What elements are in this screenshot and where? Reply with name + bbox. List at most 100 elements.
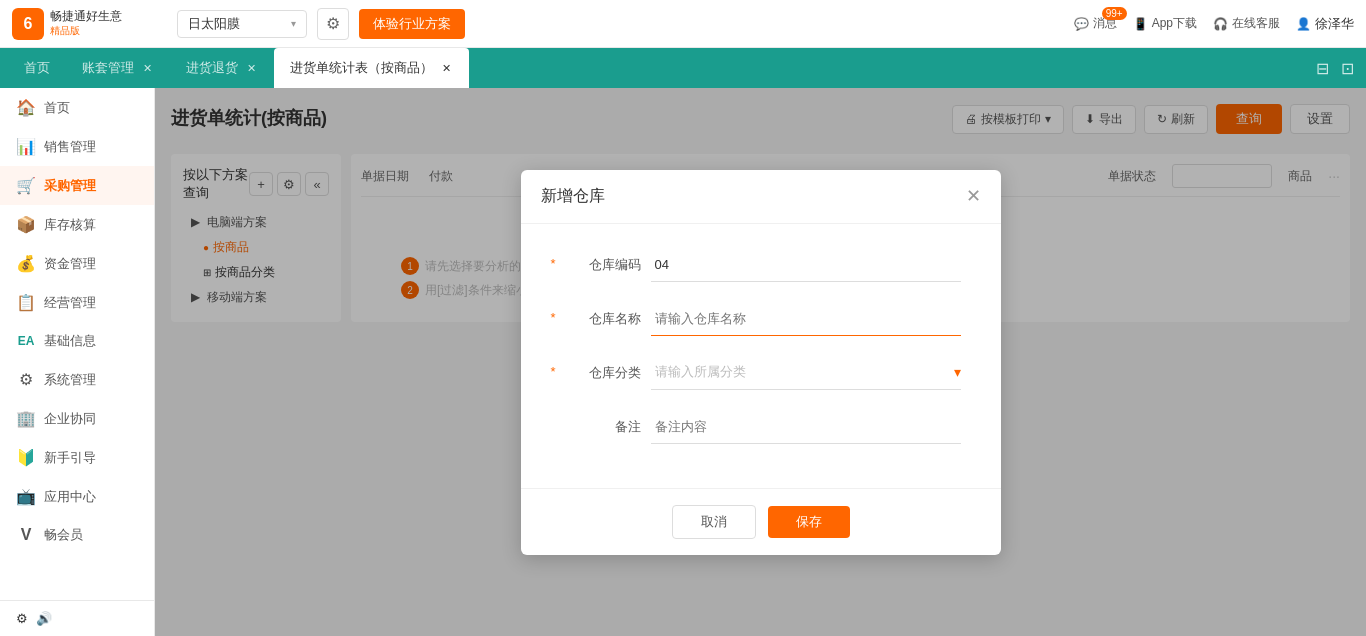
dialog-header: 新增仓库 ✕ (521, 170, 1001, 224)
trial-button[interactable]: 体验行业方案 (359, 9, 465, 39)
sidebar-item-sales-label: 销售管理 (44, 138, 96, 156)
sidebar-item-sales[interactable]: 📊 销售管理 (0, 127, 154, 166)
sidebar-item-purchase-label: 采购管理 (44, 177, 96, 195)
tab-account-label: 账套管理 (82, 59, 134, 77)
dialog-footer: 取消 保存 (521, 488, 1001, 555)
operations-icon: 📋 (16, 293, 36, 312)
code-row: 仓库编码 (561, 248, 961, 282)
sidebar-item-apps[interactable]: 📺 应用中心 (0, 477, 154, 516)
store-selector[interactable]: 日太阳膜 ▾ (177, 10, 307, 38)
settings-bottom-icon[interactable]: ⚙ (16, 611, 28, 626)
cancel-button[interactable]: 取消 (672, 505, 756, 539)
tab-home-label: 首页 (24, 59, 50, 77)
category-placeholder: 请输入所属分类 (651, 363, 954, 381)
tab-return[interactable]: 进货退货 ✕ (170, 48, 274, 88)
message-icon: 💬 (1074, 17, 1089, 31)
app-download-button[interactable]: 📱 App下载 (1133, 15, 1197, 32)
tab-stats-close[interactable]: ✕ (439, 61, 453, 75)
category-arrow-icon: ▾ (954, 364, 961, 380)
tab-home[interactable]: 首页 (8, 48, 66, 88)
chevron-down-icon: ▾ (291, 18, 296, 29)
sidebar-item-purchase[interactable]: 🛒 采购管理 (0, 166, 154, 205)
remark-row: 备注 (561, 410, 961, 444)
remark-input[interactable] (651, 410, 961, 444)
code-label: 仓库编码 (561, 256, 641, 274)
sidebar-item-apps-label: 应用中心 (44, 488, 96, 506)
logo-badge: 精品版 (50, 24, 122, 38)
name-input[interactable] (651, 302, 961, 336)
finance-icon: 💰 (16, 254, 36, 273)
sidebar-item-system-label: 系统管理 (44, 371, 96, 389)
sidebar-item-finance[interactable]: 💰 资金管理 (0, 244, 154, 283)
tab-controls: ⊟ ⊡ (1312, 59, 1358, 78)
sidebar: 🏠 首页 📊 销售管理 🛒 采购管理 📦 库存核算 💰 资金管理 📋 经营管理 … (0, 88, 155, 636)
logo-area: 6 畅捷通好生意 精品版 (12, 8, 167, 40)
tab-bar: 首页 账套管理 ✕ 进货退货 ✕ 进货单统计表（按商品） ✕ ⊟ ⊡ (0, 48, 1366, 88)
headset-icon: 🎧 (1213, 17, 1228, 31)
tab-account[interactable]: 账套管理 ✕ (66, 48, 170, 88)
dialog-body: 仓库编码 仓库名称 仓库分类 请输入所属分类 ▾ (521, 224, 1001, 488)
sidebar-item-home-label: 首页 (44, 99, 70, 117)
name-row: 仓库名称 (561, 302, 961, 336)
sidebar-item-finance-label: 资金管理 (44, 255, 96, 273)
dialog-close-button[interactable]: ✕ (966, 187, 981, 205)
modal-overlay: 新增仓库 ✕ 仓库编码 仓库名称 仓库分类 (155, 88, 1366, 636)
sidebar-bottom: ⚙ 🔊 (0, 600, 154, 636)
code-input[interactable] (651, 248, 961, 282)
category-select[interactable]: 请输入所属分类 ▾ (651, 356, 961, 390)
user-area[interactable]: 👤 徐泽华 (1296, 15, 1354, 33)
tab-stats-label: 进货单统计表（按商品） (290, 59, 433, 77)
newbie-icon: 🔰 (16, 448, 36, 467)
sidebar-item-home[interactable]: 🏠 首页 (0, 88, 154, 127)
sidebar-item-vip-label: 畅会员 (44, 526, 83, 544)
category-label: 仓库分类 (561, 364, 641, 382)
logo-icon: 6 (12, 8, 44, 40)
store-name: 日太阳膜 (188, 15, 287, 33)
volume-icon[interactable]: 🔊 (36, 611, 52, 626)
app-download-label: App下载 (1152, 15, 1197, 32)
dialog-title: 新增仓库 (541, 186, 605, 207)
settings-icon[interactable]: ⚙ (317, 8, 349, 40)
messages-button[interactable]: 💬 消息 99+ (1074, 15, 1117, 32)
save-button[interactable]: 保存 (768, 506, 850, 538)
sidebar-item-operations[interactable]: 📋 经营管理 (0, 283, 154, 322)
inventory-icon: 📦 (16, 215, 36, 234)
name-label: 仓库名称 (561, 310, 641, 328)
tab-fullscreen-icon[interactable]: ⊡ (1337, 59, 1358, 78)
notification-badge: 99+ (1102, 7, 1127, 20)
tab-account-close[interactable]: ✕ (140, 61, 154, 75)
basic-info-icon: EA (16, 334, 36, 348)
tab-prev-icon[interactable]: ⊟ (1312, 59, 1333, 78)
sidebar-item-vip[interactable]: V 畅会员 (0, 516, 154, 554)
vip-icon: V (16, 526, 36, 544)
online-service-label: 在线客服 (1232, 15, 1280, 32)
system-icon: ⚙ (16, 370, 36, 389)
tab-return-close[interactable]: ✕ (244, 61, 258, 75)
tab-return-label: 进货退货 (186, 59, 238, 77)
logo-text: 畅捷通好生意 (50, 9, 122, 25)
online-service-button[interactable]: 🎧 在线客服 (1213, 15, 1280, 32)
header-right: 💬 消息 99+ 📱 App下载 🎧 在线客服 👤 徐泽华 (1074, 15, 1354, 33)
add-warehouse-dialog: 新增仓库 ✕ 仓库编码 仓库名称 仓库分类 (521, 170, 1001, 555)
sidebar-item-inventory-label: 库存核算 (44, 216, 96, 234)
sidebar-item-newbie[interactable]: 🔰 新手引导 (0, 438, 154, 477)
sidebar-item-operations-label: 经营管理 (44, 294, 96, 312)
user-name: 徐泽华 (1315, 15, 1354, 33)
enterprise-icon: 🏢 (16, 409, 36, 428)
app-icon: 📱 (1133, 17, 1148, 31)
user-avatar-icon: 👤 (1296, 17, 1311, 31)
content-area: 进货单统计(按商品) 🖨 按模板打印 ▾ ⬇ 导出 ↻ 刷新 查询 设置 (155, 88, 1366, 636)
home-icon: 🏠 (16, 98, 36, 117)
sidebar-item-enterprise[interactable]: 🏢 企业协同 (0, 399, 154, 438)
sidebar-item-basic-info[interactable]: EA 基础信息 (0, 322, 154, 360)
category-row: 仓库分类 请输入所属分类 ▾ (561, 356, 961, 390)
sales-icon: 📊 (16, 137, 36, 156)
sidebar-item-enterprise-label: 企业协同 (44, 410, 96, 428)
remark-label: 备注 (561, 418, 641, 436)
sidebar-item-inventory[interactable]: 📦 库存核算 (0, 205, 154, 244)
sidebar-item-system[interactable]: ⚙ 系统管理 (0, 360, 154, 399)
sidebar-item-basic-info-label: 基础信息 (44, 332, 96, 350)
tab-stats[interactable]: 进货单统计表（按商品） ✕ (274, 48, 469, 88)
purchase-icon: 🛒 (16, 176, 36, 195)
apps-icon: 📺 (16, 487, 36, 506)
